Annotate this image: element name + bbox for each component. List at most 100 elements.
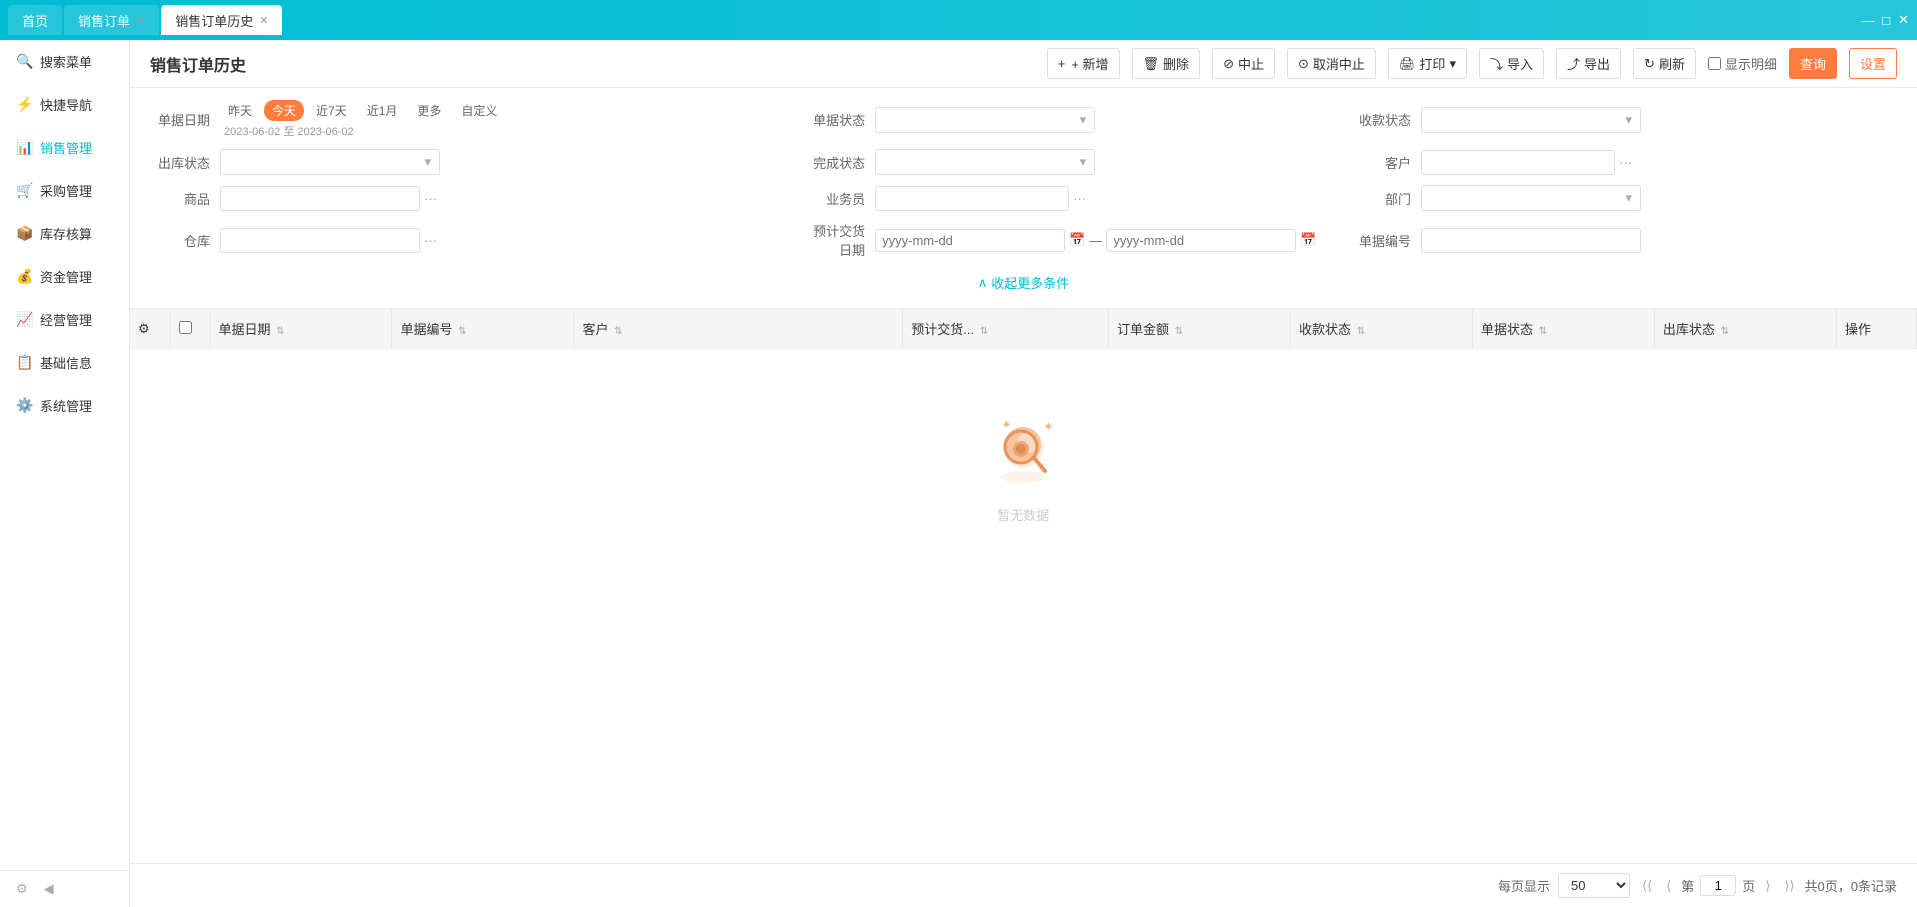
th-settings[interactable]: ⚙ <box>130 309 170 349</box>
sort-amount-icon[interactable]: ⇅ <box>1175 326 1183 337</box>
new-button[interactable]: + + 新增 <box>1047 48 1120 79</box>
sidebar-item-operations[interactable]: 📈 经营管理 <box>0 298 129 341</box>
sidebar-settings-icon[interactable]: ⚙ <box>16 881 28 897</box>
date-tab-yesterday[interactable]: 昨天 <box>220 100 260 121</box>
delete-icon: 🗑 <box>1143 56 1160 72</box>
bill-no-input[interactable] <box>1421 228 1641 253</box>
page-title: 销售订单历史 <box>150 52 1047 76</box>
sort-bill-status-icon[interactable]: ⇅ <box>1539 326 1547 337</box>
maximize-btn[interactable]: □ <box>1882 13 1890 28</box>
select-all-checkbox[interactable] <box>179 321 192 334</box>
sidebar-item-search-menu[interactable]: 🔍 搜索菜单 <box>0 40 129 83</box>
sales-mgmt-icon: 📊 <box>16 139 32 156</box>
filter-area: 单据日期 昨天 今天 近7天 近1月 更多 自定义 2023-06-02 至 2… <box>130 88 1917 309</box>
last-page-btn[interactable]: ⟩⟩ <box>1780 876 1798 896</box>
bill-status-label: 单据状态 <box>805 110 875 129</box>
th-operation: 操作 <box>1837 309 1917 349</box>
cancel-stop-button[interactable]: ⊙ 取消中止 <box>1287 48 1376 79</box>
customer-input[interactable] <box>1421 150 1615 175</box>
close-tab-sales-history[interactable]: ✕ <box>259 14 268 27</box>
sidebar-collapse-icon[interactable]: ◀ <box>44 881 54 897</box>
new-icon: + <box>1058 56 1066 71</box>
goods-input[interactable] <box>220 186 420 211</box>
sort-bill-no-icon[interactable]: ⇅ <box>458 326 466 337</box>
quick-nav-icon: ⚡ <box>16 96 32 113</box>
next-page-btn[interactable]: ⟩ <box>1761 876 1774 896</box>
table-area: ⚙ 单据日期 ⇅ 单据编号 ⇅ 客户 ⇅ <box>130 309 1917 863</box>
complete-status-select[interactable]: ▾ <box>875 149 1095 175</box>
sort-receipt-status-icon[interactable]: ⇅ <box>1357 326 1365 337</box>
sort-delivery-icon[interactable]: ⇅ <box>980 326 988 337</box>
page-number-input[interactable] <box>1700 875 1736 896</box>
delete-button[interactable]: 🗑 删除 <box>1132 48 1201 79</box>
dept-select[interactable]: ▾ <box>1421 185 1641 211</box>
salesperson-picker-btn[interactable]: ··· <box>1073 191 1086 206</box>
warehouse-picker-btn[interactable]: ··· <box>424 233 437 248</box>
th-out-status: 出库状态 ⇅ <box>1654 309 1836 349</box>
bill-no-label: 单据编号 <box>1351 231 1421 250</box>
finance-icon: 💰 <box>16 268 32 285</box>
settings-button[interactable]: 设置 <box>1849 48 1897 79</box>
sort-out-status-icon[interactable]: ⇅ <box>1721 326 1729 337</box>
close-tab-sales-order[interactable]: ✕ <box>136 14 145 27</box>
tab-home[interactable]: 首页 <box>8 5 62 35</box>
goods-picker-btn[interactable]: ··· <box>424 191 437 206</box>
cancel-stop-icon: ⊙ <box>1298 56 1309 72</box>
date-tab-last7[interactable]: 近7天 <box>308 100 355 121</box>
pagination: ⟨⟨ ⟨ 第 页 ⟩ ⟩⟩ 共0页，0条记录 <box>1638 875 1897 896</box>
filter-row-4: 仓库 ··· 预计交货日期 📅 — 📅 单据编号 <box>150 221 1897 259</box>
export-button[interactable]: ⤴ 导出 <box>1556 48 1621 79</box>
delivery-date-to[interactable] <box>1106 229 1296 252</box>
sidebar-item-purchase-mgmt[interactable]: 🛒 采购管理 <box>0 169 129 212</box>
warehouse-input[interactable] <box>220 228 420 253</box>
filter-row-3: 商品 ··· 业务员 ··· 部门 ▾ <box>150 185 1897 211</box>
query-button[interactable]: 查询 <box>1789 48 1837 79</box>
sort-customer-icon[interactable]: ⇅ <box>614 326 622 337</box>
first-page-btn[interactable]: ⟨⟨ <box>1638 876 1656 896</box>
tab-sales-history[interactable]: 销售订单历史 ✕ <box>161 5 282 35</box>
close-btn[interactable]: ✕ <box>1898 12 1909 28</box>
prev-page-btn[interactable]: ⟨ <box>1662 876 1675 896</box>
print-button[interactable]: 🖨 打印 ▾ <box>1388 48 1467 79</box>
filter-row-2: 出库状态 ▾ 完成状态 ▾ 客户 ··· <box>150 149 1897 175</box>
delivery-date-from-calendar[interactable]: 📅 <box>1069 232 1085 248</box>
sidebar-item-sales-mgmt[interactable]: 📊 销售管理 <box>0 126 129 169</box>
receipt-status-dropdown-icon: ▾ <box>1626 112 1633 128</box>
operations-icon: 📈 <box>16 311 32 328</box>
salesperson-input[interactable] <box>875 186 1069 211</box>
delivery-date-to-calendar[interactable]: 📅 <box>1300 232 1316 248</box>
collapse-button[interactable]: ∧ 收起更多条件 <box>978 269 1070 296</box>
minimize-btn[interactable]: — <box>1861 13 1874 28</box>
customer-picker-btn[interactable]: ··· <box>1619 155 1632 170</box>
toolbar: + + 新增 🗑 删除 ⊘ 中止 ⊙ 取消中止 🖨 打印 <box>1047 48 1897 79</box>
tab-sales-order[interactable]: 销售订单 ✕ <box>64 5 159 35</box>
bill-status-select[interactable]: ▾ <box>875 107 1095 133</box>
sidebar-item-sys-mgmt[interactable]: ⚙️ 系统管理 <box>0 384 129 427</box>
date-tab-custom[interactable]: 自定义 <box>453 100 505 121</box>
sidebar-item-base-info[interactable]: 📋 基础信息 <box>0 341 129 384</box>
salesperson-label: 业务员 <box>805 189 875 208</box>
sys-mgmt-icon: ⚙️ <box>16 397 32 414</box>
receipt-status-select[interactable]: ▾ <box>1421 107 1641 133</box>
date-tab-today[interactable]: 今天 <box>264 100 304 121</box>
sidebar-item-finance[interactable]: 💰 资金管理 <box>0 255 129 298</box>
sidebar-item-inventory[interactable]: 📦 库存核算 <box>0 212 129 255</box>
display-detail-checkbox[interactable] <box>1708 57 1721 70</box>
empty-text: 暂无数据 <box>997 505 1049 524</box>
page-size-select[interactable]: 50 10 20 100 <box>1558 873 1630 898</box>
stop-button[interactable]: ⊘ 中止 <box>1212 48 1275 79</box>
base-info-icon: 📋 <box>16 354 32 371</box>
th-check[interactable] <box>170 309 210 349</box>
delivery-date-from[interactable] <box>875 229 1065 252</box>
out-status-select[interactable]: ▾ <box>220 149 440 175</box>
display-toggle[interactable]: 显示明细 <box>1708 54 1777 73</box>
complete-status-label: 完成状态 <box>805 153 875 172</box>
total-info: 共0页，0条记录 <box>1805 876 1897 895</box>
refresh-button[interactable]: ↻ 刷新 <box>1633 48 1696 79</box>
customer-label: 客户 <box>1351 153 1421 172</box>
date-tab-more[interactable]: 更多 <box>409 100 449 121</box>
sidebar-item-quick-nav[interactable]: ⚡ 快捷导航 <box>0 83 129 126</box>
date-tab-last-month[interactable]: 近1月 <box>359 100 406 121</box>
sort-date-icon[interactable]: ⇅ <box>276 326 284 337</box>
import-button[interactable]: ⤵ 导入 <box>1479 48 1544 79</box>
